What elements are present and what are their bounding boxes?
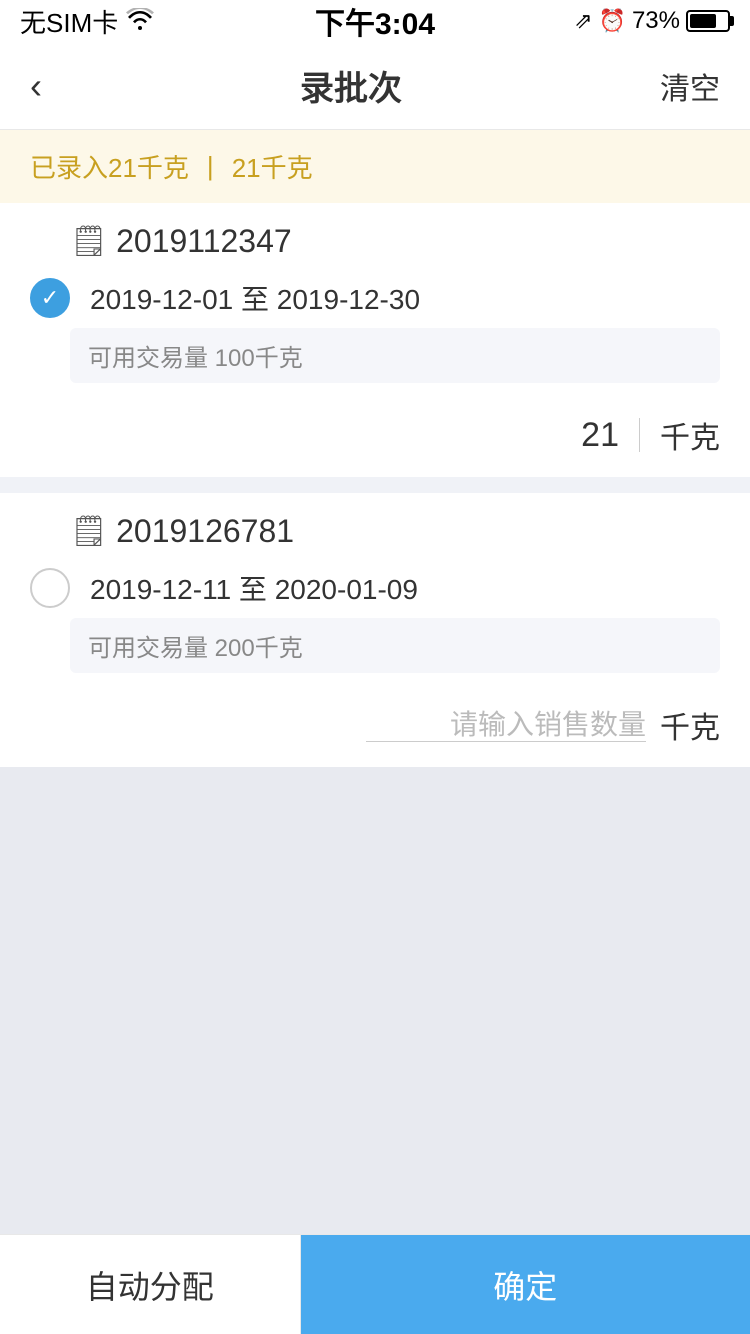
confirm-button[interactable]: 确定	[301, 1235, 750, 1334]
batch-id-2: 2019126781	[116, 513, 294, 550]
status-left: 无SIM卡	[20, 3, 154, 40]
status-time: 下午3:04	[315, 0, 435, 43]
nav-bar: ‹ 录批次 清空	[0, 42, 750, 130]
batch-id-1: 2019112347	[116, 223, 292, 260]
summary-value: 21千克	[232, 148, 313, 185]
location-icon: ⇗	[574, 8, 592, 34]
qty-unit-1: 千克	[660, 413, 720, 457]
summary-banner: 已录入21千克 | 21千克	[0, 130, 750, 203]
qty-value-1: 21	[581, 416, 619, 455]
qty-row-2: 千克	[0, 689, 750, 767]
alarm-icon: ⏰	[599, 8, 626, 34]
summary-recorded-label: 已录入21千克	[30, 148, 189, 185]
qty-row-1: 21 千克	[0, 399, 750, 477]
available-tag-1: 可用交易量 100千克	[70, 328, 720, 383]
batch-date-row-2: 2019-12-11 至 2020-01-09	[0, 560, 750, 618]
batch-date-1: 2019-12-01 至 2019-12-30	[90, 278, 420, 318]
qty-unit-2: 千克	[660, 703, 720, 747]
wifi-icon	[126, 6, 154, 37]
input-underline-1	[639, 418, 640, 452]
batch-card-2: 🗒 2019126781 2019-12-11 至 2020-01-09 可用交…	[0, 493, 750, 767]
summary-divider: |	[207, 151, 214, 182]
back-button[interactable]: ‹	[30, 65, 42, 107]
batch-icon-1: 🗒	[70, 224, 108, 259]
page-title: 录批次	[300, 61, 402, 110]
batch-header-1: 🗒 2019112347	[0, 203, 750, 270]
batch-icon-2: 🗒	[70, 514, 108, 549]
status-bar: 无SIM卡 下午3:04 ⇗ ⏰ 73%	[0, 0, 750, 42]
radio-select-1[interactable]: ✓	[30, 278, 70, 318]
battery-percent: 73%	[632, 7, 680, 35]
footer: 自动分配 确定	[0, 1234, 750, 1334]
clear-button[interactable]: 清空	[660, 64, 720, 108]
available-tag-2: 可用交易量 200千克	[70, 618, 720, 673]
batch-header-2: 🗒 2019126781	[0, 493, 750, 560]
auto-distribute-button[interactable]: 自动分配	[0, 1235, 301, 1334]
radio-select-2[interactable]	[30, 568, 70, 608]
section-divider-1	[0, 477, 750, 493]
status-right: ⇗ ⏰ 73%	[574, 7, 730, 35]
qty-input-2[interactable]	[366, 709, 646, 742]
battery-icon	[686, 10, 730, 32]
carrier-text: 无SIM卡	[20, 3, 118, 40]
check-icon-1: ✓	[41, 285, 59, 311]
batch-date-2: 2019-12-11 至 2020-01-09	[90, 568, 418, 608]
batch-card-1: 🗒 2019112347 ✓ 2019-12-01 至 2019-12-30 可…	[0, 203, 750, 477]
batch-date-row-1: ✓ 2019-12-01 至 2019-12-30	[0, 270, 750, 328]
